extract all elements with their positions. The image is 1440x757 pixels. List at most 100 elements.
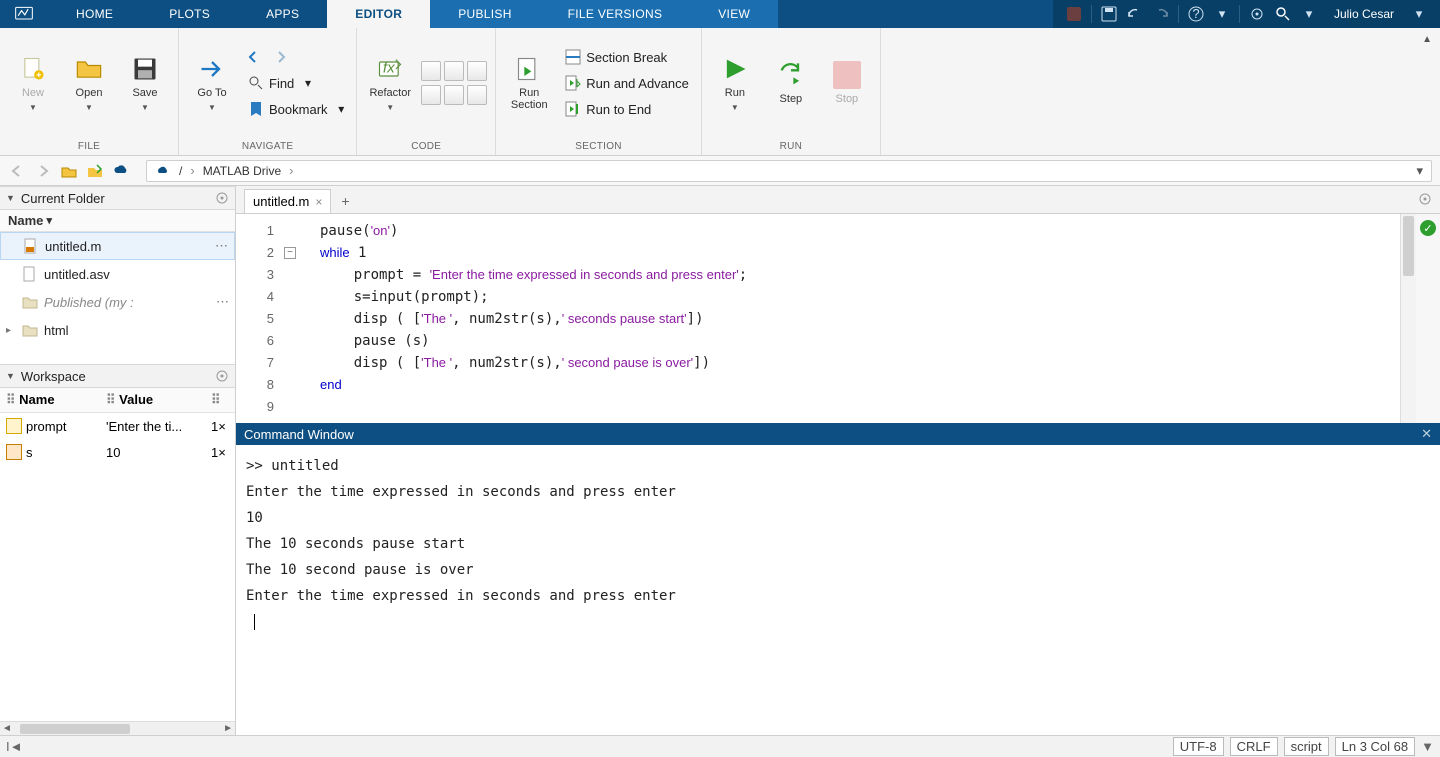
name-column-header[interactable]: Name ▾ xyxy=(0,210,235,232)
check-ok-icon: ✓ xyxy=(1420,220,1436,236)
run-to-end-label: Run to End xyxy=(586,102,651,117)
ws-col-value[interactable]: ⠿ Value xyxy=(100,388,205,413)
command-window-body[interactable]: >> untitled Enter the time expressed in … xyxy=(236,445,1440,735)
status-cursor-pos[interactable]: Ln 3 Col 68 xyxy=(1335,737,1416,756)
ribbon-group-code: fx Refactor▼ CODE xyxy=(357,28,496,155)
more-icon[interactable]: ⋯ xyxy=(215,238,228,254)
tab-apps[interactable]: APPS xyxy=(238,0,327,28)
tab-publish[interactable]: PUBLISH xyxy=(430,0,539,28)
gear-icon[interactable] xyxy=(215,369,229,383)
code-tool-4-icon[interactable] xyxy=(421,85,441,105)
ws-row-prompt[interactable]: prompt xyxy=(0,413,100,439)
goto-button[interactable]: Go To▼ xyxy=(187,43,237,123)
expand-icon[interactable]: ▸ xyxy=(6,325,16,336)
status-eol[interactable]: CRLF xyxy=(1230,737,1278,756)
command-window-header[interactable]: Command Window ✕ xyxy=(236,423,1440,445)
mfile-icon xyxy=(23,238,39,254)
left-scrollbar[interactable]: ◄► xyxy=(0,721,235,735)
file-item-published[interactable]: Published (my : ⋯ xyxy=(0,288,235,316)
ribbon-run-label: RUN xyxy=(702,138,880,155)
editor-tab-untitled[interactable]: untitled.m × xyxy=(244,189,331,213)
close-tab-icon[interactable]: × xyxy=(315,195,322,209)
stop-button[interactable]: Stop xyxy=(822,43,872,123)
target-icon[interactable] xyxy=(1248,5,1266,23)
browse-icon[interactable] xyxy=(86,162,104,180)
chevron-right-icon: › xyxy=(289,163,293,178)
nav-back-forward[interactable] xyxy=(243,46,348,68)
gear-icon[interactable] xyxy=(1418,192,1432,206)
save-label: Save xyxy=(132,87,157,99)
search-icon[interactable] xyxy=(1274,5,1292,23)
status-filetype[interactable]: script xyxy=(1284,737,1329,756)
file-item-untitled-m[interactable]: untitled.m ⋯ xyxy=(0,232,235,260)
step-button[interactable]: Step xyxy=(766,43,816,123)
section-break-label: Section Break xyxy=(586,50,667,65)
svg-text:?: ? xyxy=(1192,6,1199,21)
save-icon[interactable] xyxy=(1100,5,1118,23)
dropdown-icon[interactable]: ▾ xyxy=(1213,5,1231,23)
user-dropdown-icon[interactable]: ▾ xyxy=(1410,5,1428,23)
path-dropdown-icon[interactable]: ▾ xyxy=(1416,163,1423,179)
ws-row-s[interactable]: s xyxy=(0,439,100,465)
run-to-end-button[interactable]: Run to End xyxy=(560,98,693,120)
gear-icon[interactable] xyxy=(215,191,229,205)
run-button[interactable]: Run▼ xyxy=(710,43,760,123)
code-tool-5-icon[interactable] xyxy=(444,85,464,105)
breadcrumb-drive[interactable]: MATLAB Drive xyxy=(203,164,281,178)
code-tool-6-icon[interactable] xyxy=(467,85,487,105)
tab-plots[interactable]: PLOTS xyxy=(141,0,238,28)
new-button[interactable]: New▼ xyxy=(8,43,58,123)
gear-icon[interactable]: ✕ xyxy=(1421,426,1432,442)
code-tool-1-icon[interactable] xyxy=(421,61,441,81)
undo-icon[interactable] xyxy=(1126,5,1144,23)
ws-col-name[interactable]: ⠿ Name xyxy=(0,388,100,413)
code-tool-2-icon[interactable] xyxy=(444,61,464,81)
var-string-icon xyxy=(6,418,22,434)
tab-home[interactable]: HOME xyxy=(48,0,141,28)
fold-marker-icon[interactable]: − xyxy=(284,247,296,259)
run-section-label: Run Section xyxy=(511,87,548,111)
file-item-html[interactable]: ▸ html xyxy=(0,316,235,344)
redo-icon[interactable] xyxy=(1152,5,1170,23)
code-tool-3-icon[interactable] xyxy=(467,61,487,81)
save-button[interactable]: Save▼ xyxy=(120,43,170,123)
refactor-button[interactable]: fx Refactor▼ xyxy=(365,43,415,123)
ws-col-extra[interactable]: ⠿ xyxy=(205,388,235,413)
bookmark-button[interactable]: Bookmark ▾ xyxy=(243,98,348,120)
code-body[interactable]: pause('on') while 1 prompt = 'Enter the … xyxy=(304,214,1400,423)
cloud-sync-icon[interactable] xyxy=(112,162,130,180)
nav-back-icon[interactable] xyxy=(8,162,26,180)
run-section-button[interactable]: Run Section xyxy=(504,43,554,123)
search-dropdown-icon[interactable]: ▾ xyxy=(1300,5,1318,23)
editor-scrollbar[interactable] xyxy=(1400,214,1416,423)
current-folder-header[interactable]: ▼ Current Folder xyxy=(0,186,235,210)
more-icon[interactable]: ⋯ xyxy=(216,294,229,310)
status-encoding[interactable]: UTF-8 xyxy=(1173,737,1224,756)
tab-editor[interactable]: EDITOR xyxy=(327,0,430,28)
status-menu-icon[interactable]: ▼ xyxy=(1421,739,1434,754)
find-label: Find xyxy=(269,76,294,91)
code-editor[interactable]: 123456789 − pause('on') while 1 prompt =… xyxy=(236,214,1440,423)
run-and-advance-button[interactable]: Run and Advance xyxy=(560,72,693,94)
breadcrumb-root[interactable]: / xyxy=(179,164,182,178)
editor-tab-label: untitled.m xyxy=(253,194,309,209)
collapse-ribbon-icon[interactable]: ▲ xyxy=(1422,34,1432,45)
file-item-untitled-asv[interactable]: untitled.asv xyxy=(0,260,235,288)
help-icon[interactable]: ? xyxy=(1187,5,1205,23)
new-label: New xyxy=(22,87,44,99)
up-folder-icon[interactable] xyxy=(60,162,78,180)
user-name[interactable]: Julio Cesar xyxy=(1326,7,1402,21)
skip-back-icon[interactable]: I◄ xyxy=(6,739,22,754)
workspace-header[interactable]: ▼ Workspace xyxy=(0,364,235,388)
new-tab-button[interactable]: + xyxy=(331,189,359,213)
left-sidebar: ▼ Current Folder Name ▾ untitled.m ⋯ unt… xyxy=(0,186,236,735)
tab-view[interactable]: VIEW xyxy=(690,0,778,28)
file-name: untitled.asv xyxy=(44,267,110,282)
folder-icon xyxy=(22,322,38,338)
nav-forward-icon[interactable] xyxy=(34,162,52,180)
open-button[interactable]: Open▼ xyxy=(64,43,114,123)
tab-file-versions[interactable]: FILE VERSIONS xyxy=(540,0,691,28)
section-break-button[interactable]: Section Break xyxy=(560,46,693,68)
stop-icon[interactable] xyxy=(1065,5,1083,23)
find-button[interactable]: Find ▾ xyxy=(243,72,348,94)
